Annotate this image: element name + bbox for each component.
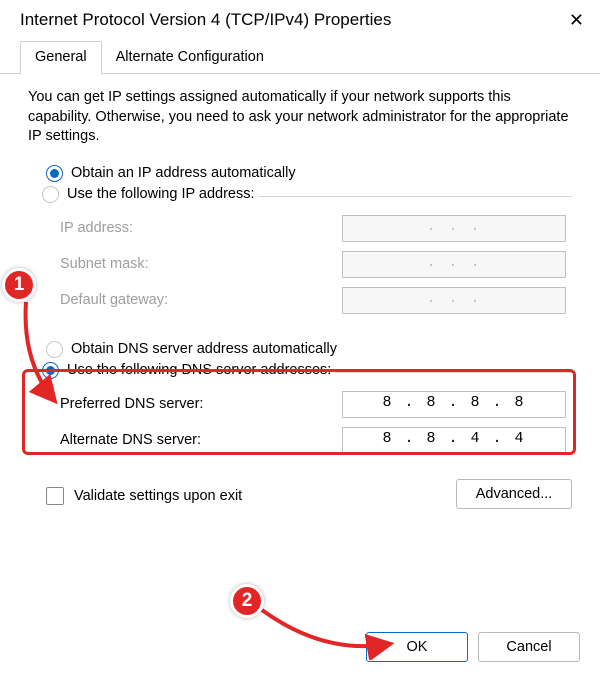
preferred-dns-label: Preferred DNS server:: [54, 396, 342, 412]
tab-general[interactable]: General: [20, 41, 102, 74]
radio-label: Use the following IP address:: [67, 186, 255, 202]
preferred-dns-input[interactable]: 8 . 8 . 8 . 8: [342, 391, 566, 418]
ok-button[interactable]: OK: [366, 632, 468, 662]
tab-content: You can get IP settings assigned automat…: [0, 74, 600, 509]
tab-strip: General Alternate Configuration: [0, 40, 600, 74]
radio-ip-manual[interactable]: Use the following IP address:: [42, 186, 255, 203]
radio-icon: [42, 362, 59, 379]
radio-label: Obtain DNS server address automatically: [71, 341, 337, 357]
validate-settings-label: Validate settings upon exit: [74, 488, 242, 504]
titlebar: Internet Protocol Version 4 (TCP/IPv4) P…: [0, 0, 600, 40]
default-gateway-label: Default gateway:: [54, 292, 342, 308]
advanced-button[interactable]: Advanced...: [456, 479, 572, 509]
ip-address-label: IP address:: [54, 220, 342, 236]
ip-manual-group: Use the following IP address: IP address…: [46, 186, 572, 329]
checkbox-icon: [46, 487, 64, 505]
dialog-button-row: OK Cancel: [366, 622, 600, 676]
close-icon[interactable]: ✕: [569, 11, 584, 29]
cancel-button[interactable]: Cancel: [478, 632, 580, 662]
radio-icon: [46, 165, 63, 182]
intro-text: You can get IP settings assigned automat…: [28, 88, 572, 147]
tab-alternate-configuration[interactable]: Alternate Configuration: [102, 42, 278, 73]
radio-label: Use the following DNS server addresses:: [67, 362, 331, 378]
radio-dns-manual[interactable]: Use the following DNS server addresses:: [42, 362, 331, 379]
alternate-dns-input[interactable]: 8 . 8 . 4 . 4: [342, 427, 566, 454]
window-title: Internet Protocol Version 4 (TCP/IPv4) P…: [20, 10, 391, 30]
radio-ip-auto[interactable]: Obtain an IP address automatically: [46, 165, 572, 182]
radio-icon: [42, 186, 59, 203]
alternate-dns-label: Alternate DNS server:: [54, 432, 342, 448]
annotation-badge-1: 1: [2, 268, 36, 302]
ip-address-input: . . .: [342, 215, 566, 242]
dns-manual-group: Use the following DNS server addresses: …: [46, 362, 572, 469]
radio-dns-auto[interactable]: Obtain DNS server address automatically: [46, 341, 572, 358]
radio-icon: [46, 341, 63, 358]
subnet-mask-label: Subnet mask:: [54, 256, 342, 272]
annotation-badge-2: 2: [230, 584, 264, 618]
subnet-mask-input: . . .: [342, 251, 566, 278]
radio-label: Obtain an IP address automatically: [71, 165, 296, 181]
default-gateway-input: . . .: [342, 287, 566, 314]
